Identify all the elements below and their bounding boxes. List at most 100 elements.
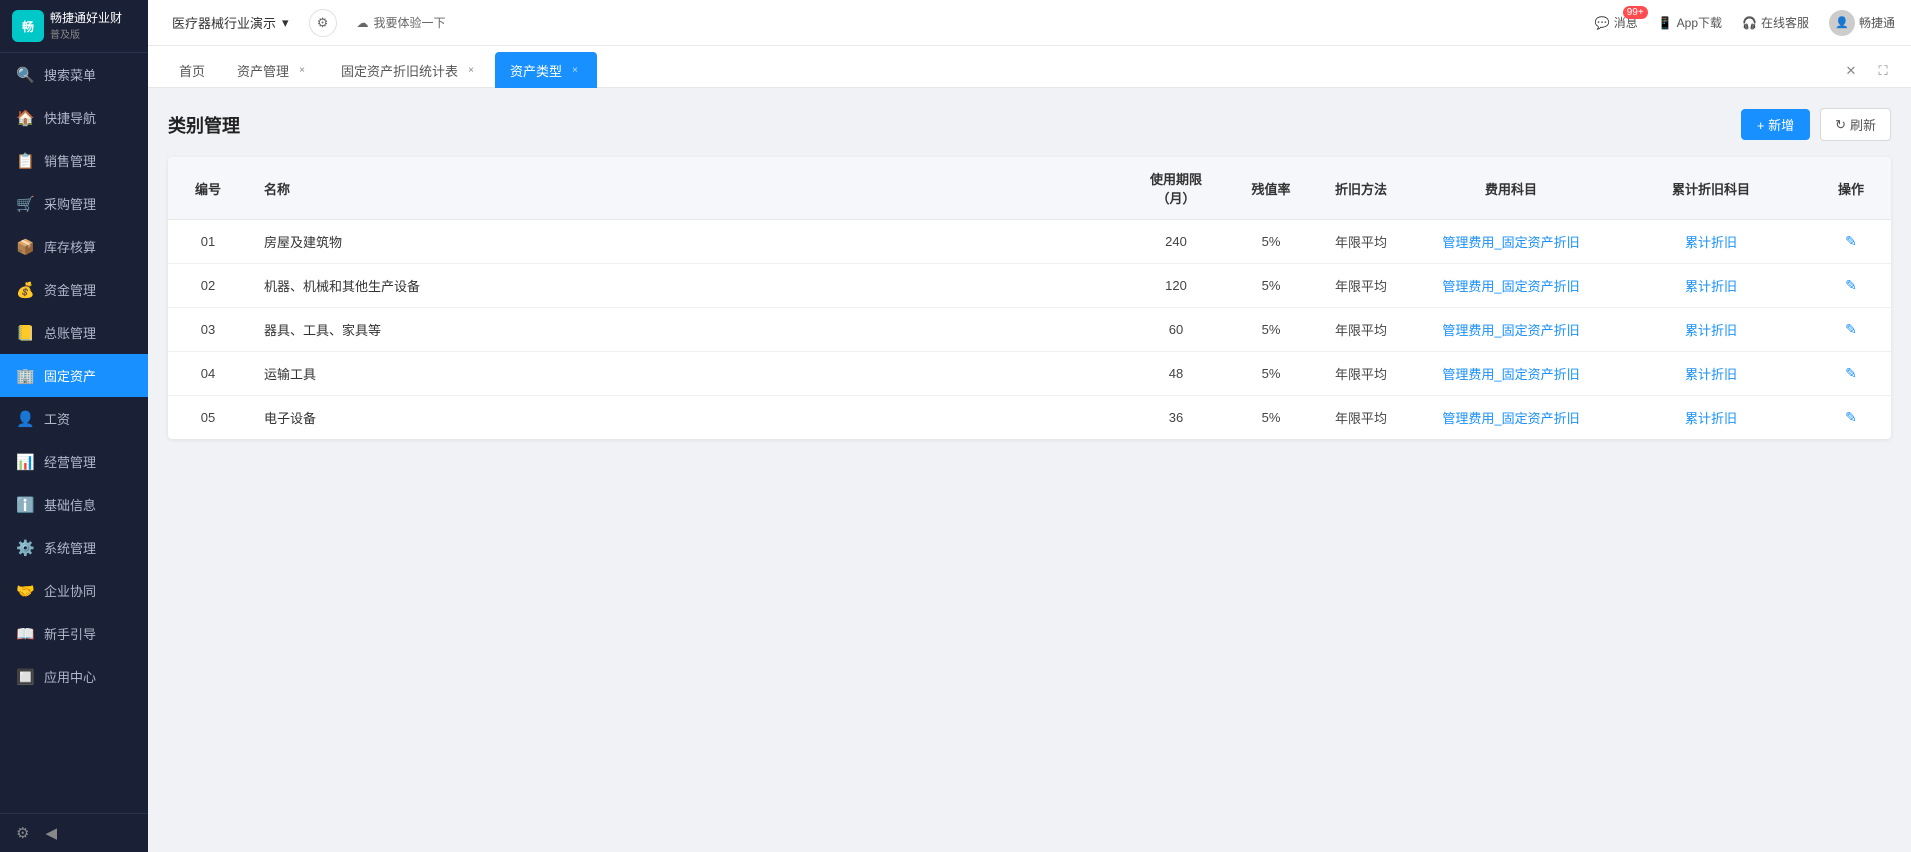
cell-code: 05 [168, 396, 248, 440]
cell-residual: 5% [1231, 308, 1311, 352]
sidebar-item-guide[interactable]: 📖 新手引导 [0, 612, 148, 655]
sidebar-item-label: 库存核算 [44, 237, 96, 256]
cell-action: ✎ [1811, 396, 1891, 440]
dropdown-icon: ▾ [282, 15, 289, 31]
online-service-action[interactable]: 🎧 在线客服 [1742, 14, 1809, 31]
sidebar-item-inventory[interactable]: 📦 库存核算 [0, 225, 148, 268]
logo-subtitle: 普及版 [50, 26, 122, 41]
col-header-name: 名称 [248, 157, 1121, 220]
sidebar-item-search[interactable]: 🔍 搜索菜单 [0, 53, 148, 96]
sidebar-item-label: 应用中心 [44, 667, 96, 686]
enterprise-icon: 🤝 [16, 582, 34, 600]
cell-period: 48 [1121, 352, 1231, 396]
cell-residual: 5% [1231, 220, 1311, 264]
experience-button[interactable]: ☁ 我要体验一下 [349, 10, 454, 35]
cell-expense: 管理费用_固定资产折旧 [1411, 396, 1611, 440]
message-badge: 99+ [1623, 6, 1648, 19]
refresh-button[interactable]: ↻ 刷新 [1820, 108, 1891, 141]
system-icon: ⚙️ [16, 539, 34, 557]
close-window-button[interactable]: ✕ [1839, 59, 1863, 83]
new-button[interactable]: + 新增 [1741, 109, 1810, 140]
table-header-row: 编号 名称 使用期限（月） 残值率 折旧方法 费用科目 累计折旧科目 操作 [168, 157, 1891, 220]
home-icon: 🏠 [16, 109, 34, 127]
sidebar-item-fixed-assets[interactable]: 🏢 固定资产 [0, 354, 148, 397]
sidebar-logo: 畅 畅捷通好业财 普及版 [0, 0, 148, 53]
table-row: 03 器具、工具、家具等 60 5% 年限平均 管理费用_固定资产折旧 累计折旧… [168, 308, 1891, 352]
tab-asset-mgmt-close[interactable]: × [295, 64, 309, 78]
user-action[interactable]: 👤 畅捷通 [1829, 10, 1895, 36]
col-header-code: 编号 [168, 157, 248, 220]
sidebar-item-app-center[interactable]: 🔲 应用中心 [0, 655, 148, 698]
sidebar-item-purchase[interactable]: 🛒 采购管理 [0, 182, 148, 225]
sidebar-item-sales[interactable]: 📋 销售管理 [0, 139, 148, 182]
sidebar-bottom: ⚙ ◀ [0, 813, 148, 852]
message-action[interactable]: 💬 消息 99+ [1595, 14, 1638, 31]
category-table: 编号 名称 使用期限（月） 残值率 折旧方法 费用科目 累计折旧科目 操作 01… [168, 157, 1891, 439]
app-download-action[interactable]: 📱 App下载 [1658, 14, 1722, 31]
cell-period: 120 [1121, 264, 1231, 308]
sidebar-item-quick-nav[interactable]: 🏠 快捷导航 [0, 96, 148, 139]
cell-action: ✎ [1811, 220, 1891, 264]
cell-action: ✎ [1811, 308, 1891, 352]
sidebar-item-ledger[interactable]: 📒 总账管理 [0, 311, 148, 354]
payroll-icon: 👤 [16, 410, 34, 428]
settings-button[interactable]: ⚙ [309, 9, 337, 37]
col-header-residual: 残值率 [1231, 157, 1311, 220]
data-table: 编号 名称 使用期限（月） 残值率 折旧方法 费用科目 累计折旧科目 操作 01… [168, 157, 1891, 439]
cell-accum: 累计折旧 [1611, 352, 1811, 396]
cell-period: 240 [1121, 220, 1231, 264]
sidebar-nav: 🔍 搜索菜单 🏠 快捷导航 📋 销售管理 🛒 采购管理 📦 库存核算 💰 资金管… [0, 53, 148, 813]
cell-method: 年限平均 [1311, 396, 1411, 440]
settings-icon[interactable]: ⚙ [16, 824, 29, 842]
sidebar-item-system[interactable]: ⚙️ 系统管理 [0, 526, 148, 569]
cell-expense: 管理费用_固定资产折旧 [1411, 308, 1611, 352]
tab-asset-type-close[interactable]: × [568, 64, 582, 78]
sidebar-item-label: 快捷导航 [44, 108, 96, 127]
collapse-icon[interactable]: ◀ [45, 824, 57, 842]
cell-name: 器具、工具、家具等 [248, 308, 1121, 352]
edit-button[interactable]: ✎ [1845, 409, 1857, 425]
sidebar-item-business[interactable]: 📊 经营管理 [0, 440, 148, 483]
sidebar-item-label: 销售管理 [44, 151, 96, 170]
tab-depreciation-report[interactable]: 固定资产折旧统计表 × [326, 52, 493, 88]
logo-text-block: 畅捷通好业财 普及版 [50, 11, 122, 42]
basic-info-icon: ℹ️ [16, 496, 34, 514]
table-row: 01 房屋及建筑物 240 5% 年限平均 管理费用_固定资产折旧 累计折旧 ✎ [168, 220, 1891, 264]
sidebar-item-label: 新手引导 [44, 624, 96, 643]
gear-icon: ⚙ [317, 15, 329, 31]
edit-button[interactable]: ✎ [1845, 321, 1857, 337]
capital-icon: 💰 [16, 281, 34, 299]
cell-period: 36 [1121, 396, 1231, 440]
edit-button[interactable]: ✎ [1845, 233, 1857, 249]
col-header-period: 使用期限（月） [1121, 157, 1231, 220]
page-actions: + 新增 ↻ 刷新 [1741, 108, 1891, 141]
tabbar-right-controls: ✕ ⛶ [1839, 59, 1895, 87]
sidebar-item-enterprise[interactable]: 🤝 企业协同 [0, 569, 148, 612]
edit-button[interactable]: ✎ [1845, 365, 1857, 381]
col-header-accum: 累计折旧科目 [1611, 157, 1811, 220]
app-center-icon: 🔲 [16, 668, 34, 686]
logo-title: 畅捷通好业财 [50, 11, 122, 27]
col-header-expense: 费用科目 [1411, 157, 1611, 220]
phone-icon: 📱 [1658, 16, 1673, 30]
company-selector[interactable]: 医疗器械行业演示 ▾ [164, 9, 297, 36]
cell-method: 年限平均 [1311, 220, 1411, 264]
tab-asset-mgmt[interactable]: 资产管理 × [222, 52, 324, 88]
sidebar-item-payroll[interactable]: 👤 工资 [0, 397, 148, 440]
cell-code: 01 [168, 220, 248, 264]
sidebar-item-capital[interactable]: 💰 资金管理 [0, 268, 148, 311]
tab-asset-type-label: 资产类型 [510, 61, 562, 80]
sidebar-item-label: 资金管理 [44, 280, 96, 299]
search-icon: 🔍 [16, 66, 34, 84]
cell-period: 60 [1121, 308, 1231, 352]
tab-home[interactable]: 首页 [164, 52, 220, 88]
cell-code: 03 [168, 308, 248, 352]
tab-depreciation-report-close[interactable]: × [464, 64, 478, 78]
sidebar-item-label: 固定资产 [44, 366, 96, 385]
expand-button[interactable]: ⛶ [1871, 59, 1895, 83]
edit-button[interactable]: ✎ [1845, 277, 1857, 293]
tab-asset-type[interactable]: 资产类型 × [495, 52, 597, 88]
sidebar-item-label: 搜索菜单 [44, 65, 96, 84]
cell-accum: 累计折旧 [1611, 264, 1811, 308]
sidebar-item-basic-info[interactable]: ℹ️ 基础信息 [0, 483, 148, 526]
